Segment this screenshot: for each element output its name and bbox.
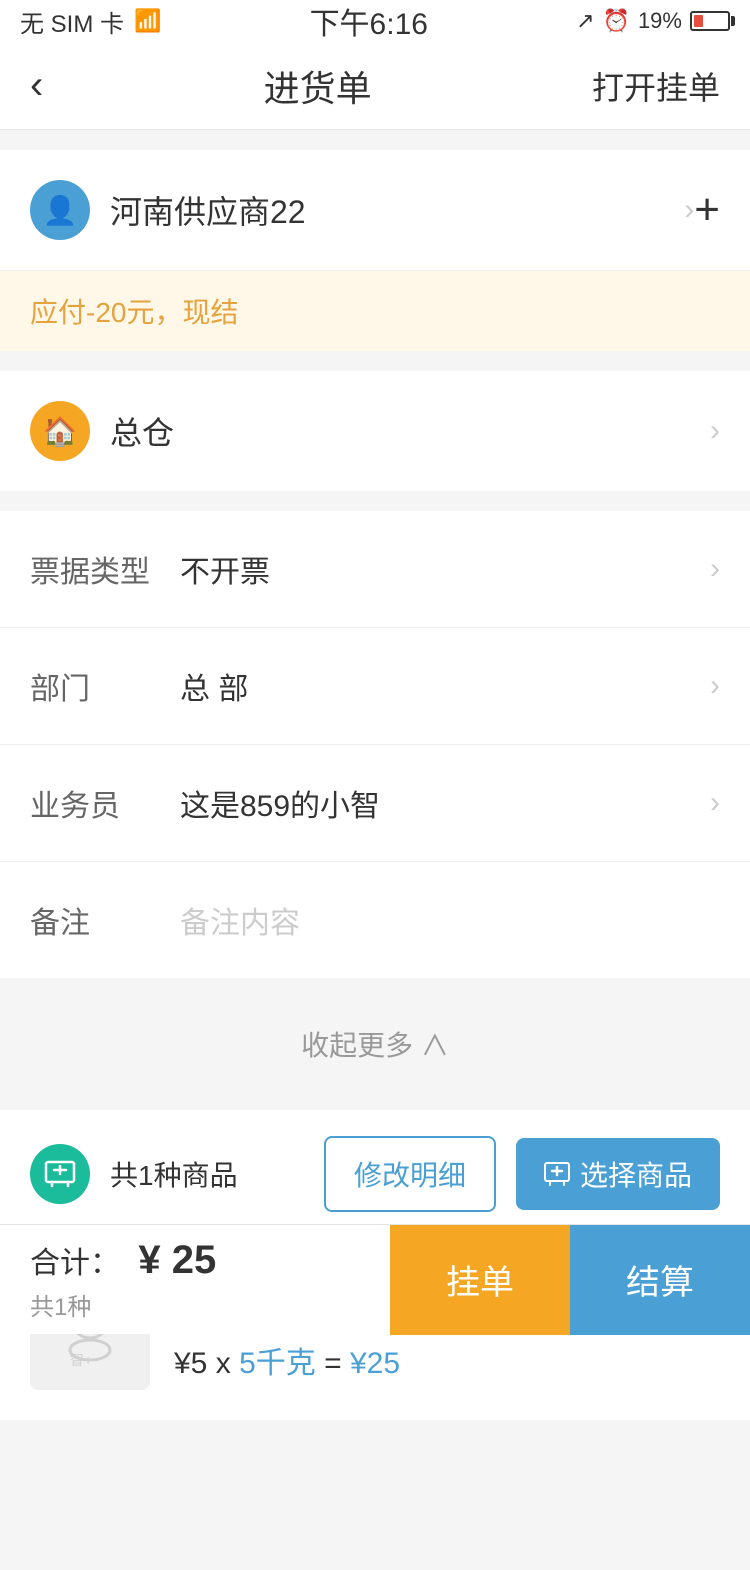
invoice-chevron-icon: › xyxy=(710,552,720,586)
product-price: ¥5 x 5千克 = ¥25 xyxy=(174,1338,642,1382)
supplier-chevron-icon: › xyxy=(684,193,694,227)
dept-row[interactable]: 部门 总 部 › xyxy=(0,628,750,745)
battery-fill xyxy=(694,15,703,27)
supplier-avatar: 👤 xyxy=(30,180,90,240)
supplier-right: › xyxy=(684,193,694,227)
select-product-label: 选择商品 xyxy=(580,1154,692,1194)
back-button[interactable]: ‹ xyxy=(30,63,43,108)
footer-spacer xyxy=(0,1440,750,1570)
page-title: 进货单 xyxy=(264,60,372,112)
location-icon: ↗ xyxy=(576,8,594,34)
total-label: 合计： xyxy=(30,1247,120,1280)
alarm-icon: ⏰ xyxy=(603,8,630,34)
add-supplier-button[interactable]: + xyxy=(694,185,720,235)
invoice-value: 不开票 xyxy=(170,547,710,591)
invoice-label: 票据类型 xyxy=(30,547,170,591)
salesperson-chevron-icon: › xyxy=(710,786,720,820)
product-header: 共1种商品 修改明细 选择商品 xyxy=(0,1110,750,1238)
notice-bar: 应付-20元，现结 xyxy=(0,271,750,351)
status-left: 无 SIM 卡 📶 xyxy=(20,4,161,39)
footer-total-sub: 共1种 xyxy=(30,1287,360,1322)
battery-icon xyxy=(690,11,730,31)
collapse-bar[interactable]: 收起更多 ∧ xyxy=(0,998,750,1090)
price-unit: ¥5 xyxy=(174,1347,207,1380)
price-qty: 5千克 xyxy=(239,1347,316,1380)
supplier-row[interactable]: 👤 河南供应商22 › + xyxy=(0,150,750,271)
warehouse-name: 总仓 xyxy=(110,408,710,454)
dept-value: 总 部 xyxy=(170,664,710,708)
checkout-button[interactable]: 结算 xyxy=(570,1225,750,1335)
avatar-icon: 👤 xyxy=(43,194,78,227)
status-right: ↗ ⏰ 19% xyxy=(576,8,730,34)
warehouse-icon: 🏠 xyxy=(30,401,90,461)
edit-detail-button[interactable]: 修改明细 xyxy=(324,1136,496,1212)
wifi-icon: 📶 xyxy=(134,8,161,34)
warehouse-card: 🏠 总仓 › xyxy=(0,371,750,491)
price-equals: = xyxy=(324,1347,350,1380)
footer-total-main: 合计： ¥ 25 xyxy=(30,1238,360,1283)
supplier-card: 👤 河南供应商22 › + 应付-20元，现结 xyxy=(0,150,750,351)
remark-label: 备注 xyxy=(30,898,170,942)
remark-row[interactable]: 备注 备注内容 xyxy=(0,862,750,978)
remark-input[interactable]: 备注内容 xyxy=(170,898,720,942)
form-card: 票据类型 不开票 › 部门 总 部 › 业务员 这是859的小智 › 备注 备注… xyxy=(0,511,750,978)
warehouse-row[interactable]: 🏠 总仓 › xyxy=(0,371,750,491)
nav-bar: ‹ 进货单 打开挂单 xyxy=(0,42,750,130)
price-total: ¥25 xyxy=(350,1347,400,1380)
price-multiply: x xyxy=(216,1347,239,1380)
status-bar: 无 SIM 卡 📶 下午6:16 ↗ ⏰ 19% xyxy=(0,0,750,42)
product-cart-icon xyxy=(30,1144,90,1204)
total-amount: ¥ 25 xyxy=(138,1238,216,1282)
dept-label: 部门 xyxy=(30,664,170,708)
salesperson-label: 业务员 xyxy=(30,781,170,825)
home-icon: 🏠 xyxy=(43,415,78,448)
salesperson-value: 这是859的小智 xyxy=(170,781,710,825)
svg-text:智+: 智+ xyxy=(70,1352,92,1368)
hold-order-button[interactable]: 挂单 xyxy=(390,1225,570,1335)
footer-total: 合计： ¥ 25 共1种 xyxy=(0,1238,390,1322)
product-count: 共1种商品 xyxy=(110,1154,304,1194)
carrier-label: 无 SIM 卡 xyxy=(20,4,124,39)
supplier-name: 河南供应商22 xyxy=(110,187,684,233)
warehouse-chevron-icon: › xyxy=(710,414,720,448)
separator-1 xyxy=(0,130,750,150)
collapse-label: 收起更多 ∧ xyxy=(301,1030,449,1061)
open-pending-button[interactable]: 打开挂单 xyxy=(592,63,720,109)
battery-percent: 19% xyxy=(638,8,682,34)
invoice-row[interactable]: 票据类型 不开票 › xyxy=(0,511,750,628)
select-product-button[interactable]: 选择商品 xyxy=(516,1138,720,1210)
dept-chevron-icon: › xyxy=(710,669,720,703)
notice-text: 应付-20元，现结 xyxy=(30,297,238,328)
salesperson-row[interactable]: 业务员 这是859的小智 › xyxy=(0,745,750,862)
status-time: 下午6:16 xyxy=(310,0,428,43)
footer: 合计： ¥ 25 共1种 挂单 结算 xyxy=(0,1224,750,1334)
